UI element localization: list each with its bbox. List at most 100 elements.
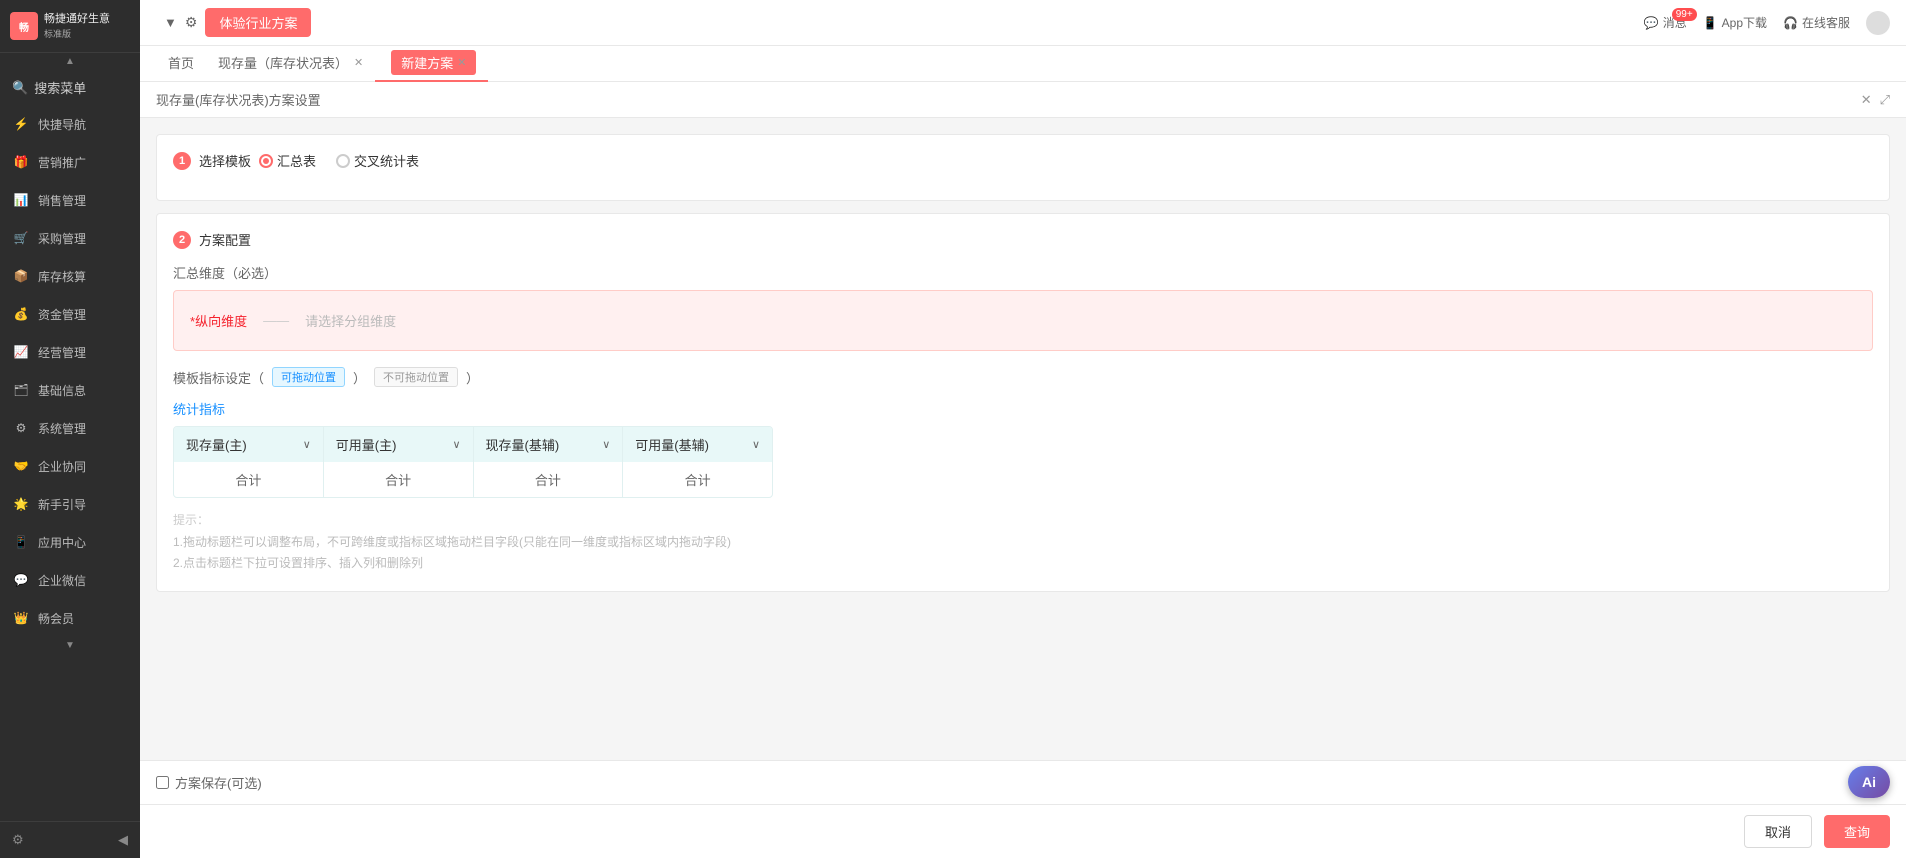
- sidebar-item-newbie[interactable]: 🌟 新手引导: [0, 485, 140, 523]
- sidebar-item-purchase[interactable]: 🛒 采购管理: [0, 219, 140, 257]
- radio-cross-table[interactable]: 交叉统计表: [336, 151, 419, 170]
- stats-col-2-header[interactable]: 现存量(基辅) ∨: [474, 427, 624, 462]
- stats-body-3: 合计: [623, 462, 772, 497]
- ai-button[interactable]: Ai: [1848, 766, 1890, 798]
- topbar-messages[interactable]: 💬 消息 99+: [1644, 14, 1687, 31]
- sidebar-item-label: 新手引导: [38, 496, 86, 513]
- sidebar-item-finance[interactable]: 💰 资金管理: [0, 295, 140, 333]
- search-icon: 🔍: [12, 80, 28, 96]
- tab-home-label: 首页: [168, 53, 194, 72]
- sidebar-scroll-down[interactable]: ▼: [0, 637, 140, 654]
- save-row: 方案保存(可选): [140, 760, 1906, 804]
- sidebar-item-collab[interactable]: 🤝 企业协同: [0, 447, 140, 485]
- stats-col-3-header[interactable]: 可用量(基辅) ∨: [623, 427, 772, 462]
- col-3-name: 可用量(基辅): [635, 435, 709, 454]
- dimension-divider: ——: [263, 313, 289, 328]
- logo-icon: 畅: [10, 12, 38, 40]
- expand-panel-icon[interactable]: ⤢: [1880, 92, 1890, 108]
- sidebar-item-shortcuts[interactable]: ⚡ 快捷导航: [0, 105, 140, 143]
- save-label[interactable]: 方案保存(可选): [175, 773, 262, 792]
- sidebar-item-operations[interactable]: 📈 经营管理: [0, 333, 140, 371]
- sidebar-item-member[interactable]: 👑 畅会员: [0, 599, 140, 637]
- page-title: 现存量(库存状况表)方案设置: [156, 90, 321, 109]
- trial-button[interactable]: 体验行业方案: [205, 8, 311, 37]
- col-3-arrow[interactable]: ∨: [752, 438, 760, 451]
- tips-label: 提示：: [173, 513, 209, 527]
- stats-section: 统计指标 现存量(主) ∨ 可用量(主) ∨ 现存量(基辅): [173, 399, 1873, 498]
- sidebar-bottom: ⚙ ◀: [0, 821, 140, 858]
- cancel-button[interactable]: 取消: [1744, 815, 1812, 848]
- stats-table-body: 合计 合计 合计 合计: [174, 462, 772, 497]
- sidebar-item-label: 应用中心: [38, 534, 86, 551]
- query-button[interactable]: 查询: [1824, 815, 1890, 848]
- col-2-arrow[interactable]: ∨: [602, 438, 610, 451]
- sidebar-item-marketing[interactable]: 🎁 营销推广: [0, 143, 140, 181]
- topbar-dropdown[interactable]: ▼: [164, 15, 177, 30]
- message-icon: 💬: [1644, 16, 1659, 30]
- sidebar-item-label: 企业协同: [38, 458, 86, 475]
- content-area: 1 选择模板 汇总表 交叉统计表 2 方案配置: [140, 118, 1906, 760]
- sidebar-item-inventory[interactable]: 📦 库存核算: [0, 257, 140, 295]
- radio-cross-label: 交叉统计表: [354, 151, 419, 170]
- col-0-arrow[interactable]: ∨: [303, 438, 311, 451]
- sidebar-item-label: 畅会员: [38, 610, 74, 627]
- operations-icon: 📈: [12, 343, 30, 361]
- topbar: ▼ ⚙ 体验行业方案 💬 消息 99+ 📱 App下载 🎧 在线客服: [140, 0, 1906, 46]
- topbar-online-service[interactable]: 🎧 在线客服: [1783, 14, 1850, 31]
- indicator-setting-suffix: ）: [353, 368, 366, 387]
- dimension-label: 汇总维度（必选）: [173, 263, 1873, 282]
- topbar-left: ▼ ⚙ 体验行业方案: [156, 8, 311, 37]
- sidebar-item-label: 采购管理: [38, 230, 86, 247]
- template-radio-group: 汇总表 交叉统计表: [259, 151, 419, 170]
- sidebar-search[interactable]: 🔍 搜索菜单: [0, 70, 140, 105]
- sidebar-item-sales[interactable]: 📊 销售管理: [0, 181, 140, 219]
- section-2-num: 2: [173, 231, 191, 249]
- close-panel-icon[interactable]: ✕: [1861, 92, 1872, 108]
- tab-inventory-label: 现存量（库存状况表）: [218, 53, 348, 72]
- tab-inventory-close[interactable]: ✕: [354, 56, 363, 69]
- col-0-name: 现存量(主): [186, 435, 247, 454]
- dimension-placeholder[interactable]: 请选择分组维度: [305, 311, 396, 330]
- user-avatar[interactable]: [1866, 11, 1890, 35]
- stats-col-1-header[interactable]: 可用量(主) ∨: [324, 427, 474, 462]
- section-1-num: 1: [173, 152, 191, 170]
- settings-icon[interactable]: ⚙: [12, 832, 24, 848]
- tab-inventory-status[interactable]: 现存量（库存状况表） ✕: [206, 46, 375, 82]
- sidebar-item-label: 基础信息: [38, 382, 86, 399]
- indicator-setting-label: 模板指标设定（: [173, 368, 264, 387]
- footer: 取消 查询: [140, 804, 1906, 858]
- system-icon: ⚙: [12, 419, 30, 437]
- col-1-arrow[interactable]: ∨: [452, 438, 460, 451]
- stats-body-2: 合计: [474, 462, 624, 497]
- save-checkbox[interactable]: [156, 776, 169, 789]
- sidebar-item-system[interactable]: ⚙ 系统管理: [0, 409, 140, 447]
- tag-draggable: 可拖动位置: [272, 367, 345, 387]
- basics-icon: 🗂: [12, 381, 30, 399]
- service-icon: 🎧: [1783, 16, 1798, 30]
- radio-summary-table[interactable]: 汇总表: [259, 151, 316, 170]
- collapse-icon[interactable]: ◀: [118, 832, 128, 848]
- tag-no-drag: 不可拖动位置: [374, 367, 458, 387]
- sidebar-item-label: 销售管理: [38, 192, 86, 209]
- tab-new-plan-inner[interactable]: 新建方案 ✕: [391, 50, 476, 75]
- member-icon: 👑: [12, 609, 30, 627]
- sidebar-scroll-up[interactable]: ▲: [0, 53, 140, 70]
- radio-summary-label: 汇总表: [277, 151, 316, 170]
- wechat-icon: 💬: [12, 571, 30, 589]
- topbar-app-download[interactable]: 📱 App下载: [1703, 14, 1767, 31]
- search-label: 搜索菜单: [34, 78, 86, 97]
- finance-icon: 💰: [12, 305, 30, 323]
- tab-new-plan[interactable]: 新建方案 ✕: [375, 46, 488, 82]
- service-label: 在线客服: [1802, 14, 1850, 31]
- sidebar-item-wechat[interactable]: 💬 企业微信: [0, 561, 140, 599]
- topbar-gear-icon[interactable]: ⚙: [185, 14, 198, 31]
- stats-table-header: 现存量(主) ∨ 可用量(主) ∨ 现存量(基辅) ∨ 可用量(基辅): [174, 427, 772, 462]
- sidebar-item-appstore[interactable]: 📱 应用中心: [0, 523, 140, 561]
- logo-text: 畅捷通好生意 标准版: [44, 12, 110, 39]
- tab-new-plan-label: 新建方案: [401, 53, 453, 72]
- sidebar-item-basics[interactable]: 🗂 基础信息: [0, 371, 140, 409]
- tab-home[interactable]: 首页: [156, 46, 206, 82]
- sidebar-item-label: 企业微信: [38, 572, 86, 589]
- tab-new-plan-close[interactable]: ✕: [457, 56, 466, 69]
- stats-col-0-header[interactable]: 现存量(主) ∨: [174, 427, 324, 462]
